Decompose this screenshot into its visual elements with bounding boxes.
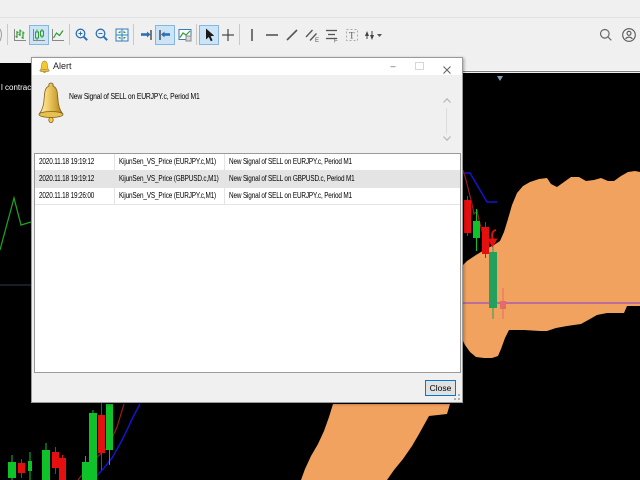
- table-cell: New Signal of SELL on EURJPY.c, Period M…: [229, 157, 352, 166]
- table-cell: New Signal of SELL on EURJPY.c, Period M…: [229, 191, 352, 200]
- table-cell: KijunSen_VS_Price (GBPUSD.c,M1): [115, 171, 225, 188]
- scroll-down-icon[interactable]: [443, 136, 451, 141]
- alert-message: New Signal of SELL on EURJPY.c, Period M…: [69, 92, 200, 101]
- minimize-button[interactable]: –: [380, 58, 406, 75]
- table-row[interactable]: 2020.11.18 19:26:00 KijunSen_VS_Price (EU…: [35, 188, 460, 205]
- candlestick: [28, 461, 32, 471]
- metatrader-window: E F T l contract, l Alert – New Signal o…: [0, 0, 640, 480]
- table-cell: 2020.11.18 19:19:12: [35, 171, 115, 188]
- close-window-button[interactable]: [434, 58, 460, 75]
- candlestick: [464, 200, 471, 233]
- dialog-titlebar[interactable]: Alert –: [32, 58, 462, 75]
- scroll-up-icon[interactable]: [443, 98, 451, 103]
- alert-bell-icon: [38, 82, 64, 124]
- candlestick: [42, 450, 50, 480]
- table-cell: New Signal of SELL on GBPUSD.c, Period M…: [229, 174, 355, 183]
- table-cell: KijunSen_VS_Price (EURJPY.c,M1): [115, 188, 225, 205]
- candlestick: [18, 463, 25, 473]
- resize-grip[interactable]: [452, 392, 461, 401]
- alert-dialog: Alert – New Signal of SELL on EURJPY.c, …: [31, 57, 463, 403]
- candlestick: [500, 301, 506, 309]
- candlestick: [59, 458, 66, 480]
- candlestick: [473, 221, 480, 238]
- table-row[interactable]: 2020.11.18 19:19:12 KijunSen_VS_Price (GB…: [35, 171, 460, 188]
- ichimoku-cloud: [301, 404, 450, 480]
- candlestick: [106, 404, 113, 450]
- candlestick: [82, 462, 89, 480]
- candlestick: [482, 227, 489, 254]
- table-cell: 2020.11.18 19:19:12: [35, 154, 115, 171]
- table-cell: KijunSen_VS_Price (EURJPY.c,M1): [115, 154, 225, 171]
- maximize-button[interactable]: [406, 58, 432, 75]
- candlestick: [89, 413, 97, 480]
- sell-arrow-icon: [491, 229, 497, 240]
- indicator-line: [0, 195, 32, 251]
- candlestick: [98, 415, 105, 453]
- candlestick: [8, 462, 16, 478]
- bell-icon: [39, 60, 50, 73]
- table-row[interactable]: 2020.11.18 19:19:12 KijunSen_VS_Price (EU…: [35, 154, 460, 171]
- candlestick: [52, 452, 59, 468]
- table-cell: 2020.11.18 19:26:00: [35, 188, 115, 205]
- candlestick: [489, 252, 497, 308]
- alert-table: 2020.11.18 19:19:12 KijunSen_VS_Price (EU…: [34, 153, 461, 373]
- scroll-track: [446, 108, 447, 134]
- scroll-marker-icon: [497, 76, 503, 81]
- dialog-title: Alert: [53, 61, 72, 71]
